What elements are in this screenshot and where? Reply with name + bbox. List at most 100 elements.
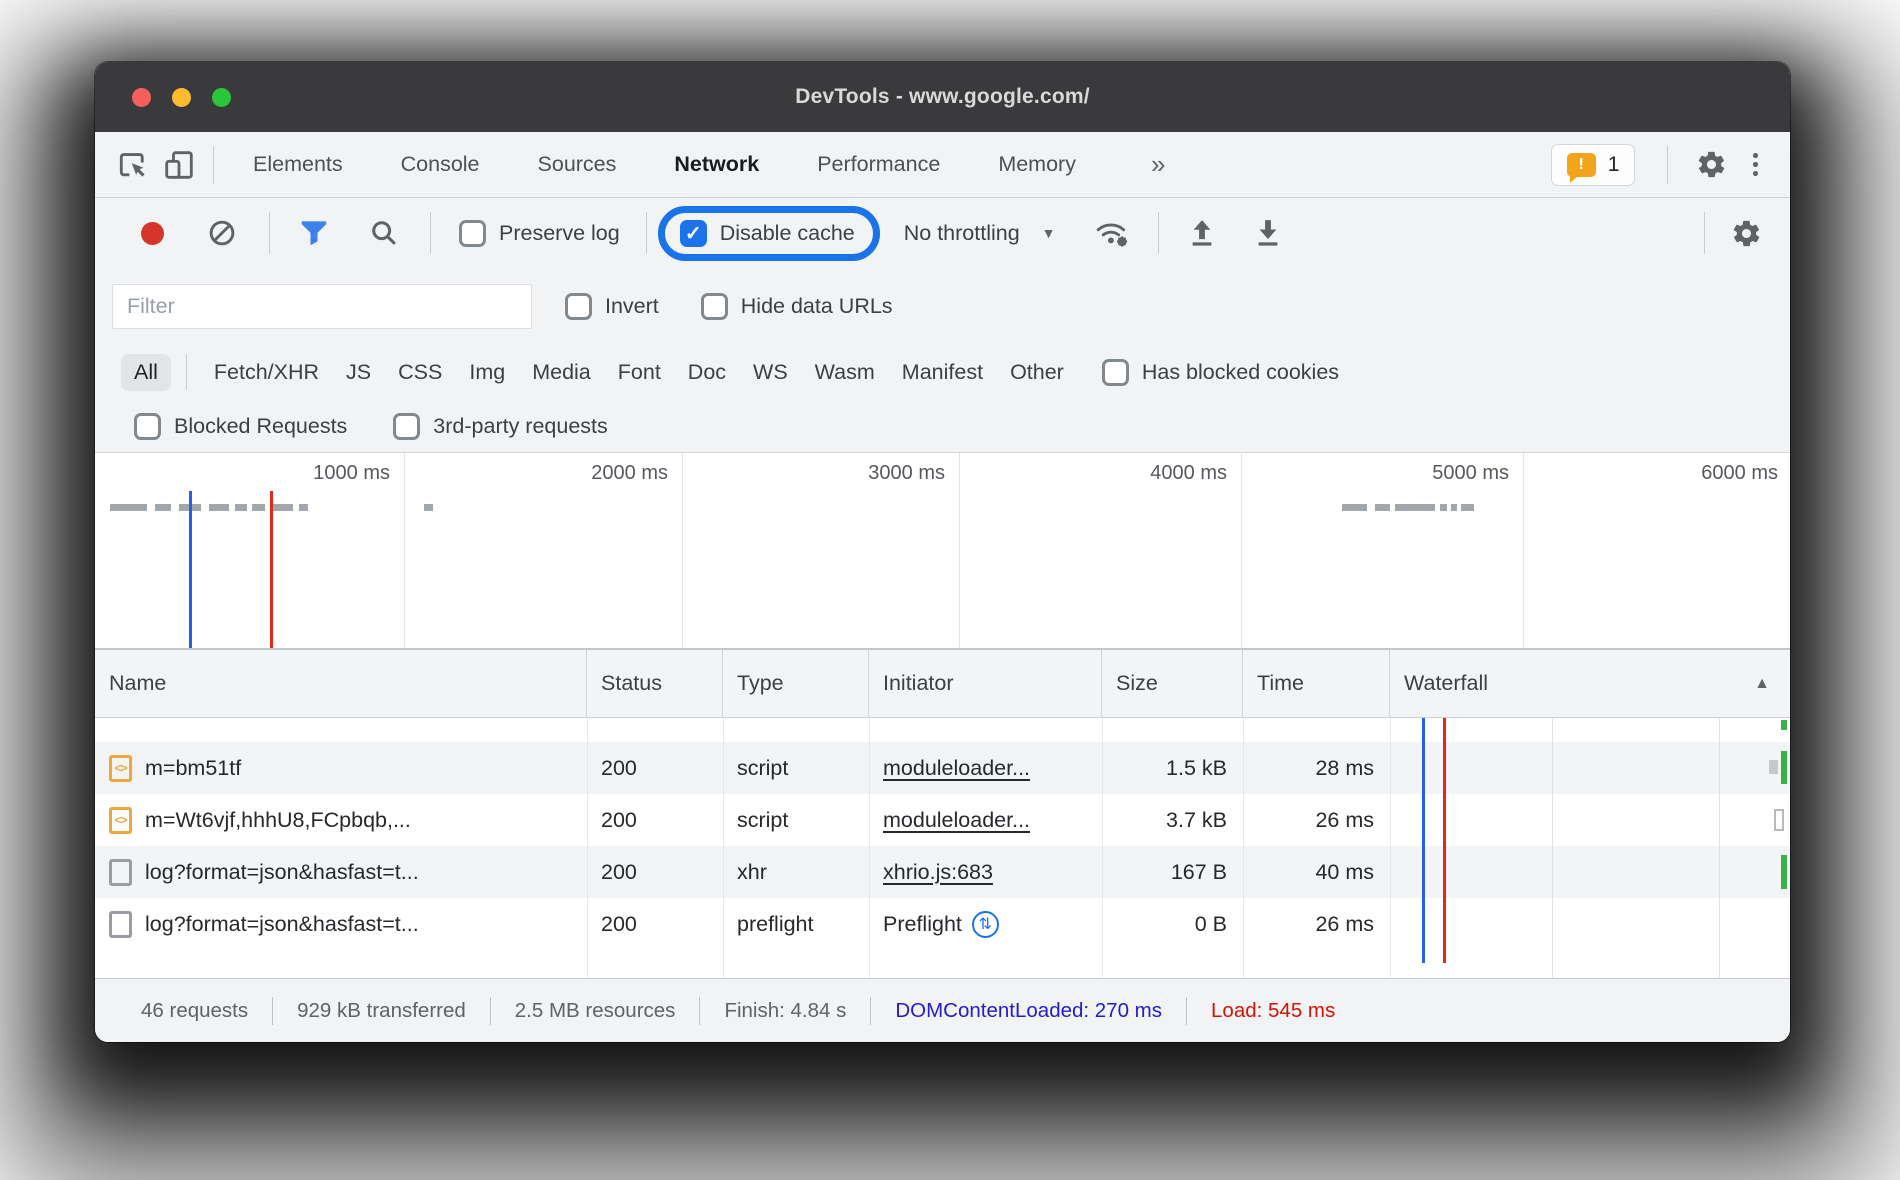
overview-activity-bar	[271, 504, 293, 511]
tab-memory[interactable]: Memory	[969, 132, 1105, 198]
type-filter-wasm[interactable]: Wasm	[815, 360, 875, 385]
tab-elements[interactable]: Elements	[224, 132, 372, 198]
filter-input[interactable]	[112, 284, 532, 329]
settings-gear-icon[interactable]	[1696, 149, 1727, 180]
size-cell: 167 B	[1102, 846, 1243, 898]
table-row[interactable]: log?format=json&hasfast=t... 200 xhr xhr…	[95, 846, 1790, 898]
throttling-select[interactable]: No throttling ▼	[904, 221, 1056, 246]
chevron-down-icon: ▼	[1042, 225, 1056, 241]
type-filter-doc[interactable]: Doc	[688, 360, 726, 385]
initiator-link[interactable]: moduleloader...	[883, 808, 1030, 833]
initiator-link[interactable]: xhrio.js:683	[883, 860, 993, 885]
divider	[870, 997, 871, 1025]
timeline-gridline	[404, 453, 405, 648]
preserve-log-checkbox[interactable]	[459, 220, 486, 247]
type-filter-img[interactable]: Img	[469, 360, 505, 385]
type-cell: script	[723, 742, 869, 794]
type-filter-ws[interactable]: WS	[753, 360, 788, 385]
clear-network-log-icon[interactable]	[208, 219, 236, 247]
initiator-link[interactable]: moduleloader...	[883, 756, 1030, 781]
type-filter-js[interactable]: JS	[346, 360, 371, 385]
time-cell: 28 ms	[1243, 742, 1390, 794]
disable-cache-label[interactable]: Disable cache	[720, 221, 855, 246]
third-party-requests-checkbox[interactable]	[393, 413, 420, 440]
column-header-name[interactable]: Name	[95, 650, 587, 717]
network-conditions-icon[interactable]	[1094, 218, 1130, 248]
table-row[interactable]: log?format=json&hasfast=t... 200 preflig…	[95, 898, 1790, 950]
type-filter-other[interactable]: Other	[1010, 360, 1064, 385]
type-filter-all[interactable]: All	[121, 354, 171, 391]
document-file-icon	[109, 911, 132, 938]
preflight-cors-icon[interactable]: ⇅	[972, 911, 999, 938]
table-row[interactable]: <> m=bm51tf 200 script moduleloader... 1…	[95, 742, 1790, 794]
traffic-lights	[132, 62, 231, 132]
divider	[1667, 146, 1668, 184]
hide-data-urls-label[interactable]: Hide data URLs	[741, 294, 893, 319]
blocked-requests-checkbox[interactable]	[134, 413, 161, 440]
column-header-time[interactable]: Time	[1243, 650, 1390, 717]
table-row[interactable]: <> m=Wt6vjf,hhhU8,FCpbqb,... 200 script …	[95, 794, 1790, 846]
column-header-waterfall[interactable]: Waterfall ▲	[1390, 650, 1790, 717]
column-header-initiator[interactable]: Initiator	[869, 650, 1102, 717]
inspect-element-icon[interactable]	[113, 145, 153, 185]
timeline-tick-label: 2000 ms	[591, 462, 668, 485]
device-toolbar-icon[interactable]	[159, 145, 199, 185]
column-header-status[interactable]: Status	[587, 650, 723, 717]
request-name-cell: log?format=json&hasfast=t...	[95, 898, 587, 950]
tab-sources[interactable]: Sources	[509, 132, 646, 198]
preserve-log-label[interactable]: Preserve log	[499, 221, 620, 246]
load-time: Load: 545 ms	[1211, 999, 1335, 1023]
divider	[430, 212, 431, 254]
hide-data-urls-checkbox[interactable]	[701, 293, 728, 320]
requests-count: 46 requests	[141, 999, 248, 1023]
initiator-cell: moduleloader...	[869, 742, 1102, 794]
type-filter-css[interactable]: CSS	[398, 360, 442, 385]
divider	[186, 354, 187, 390]
screenshot-canvas: DevTools - www.google.com/ Elements Cons…	[0, 0, 1900, 1180]
type-filter-font[interactable]: Font	[618, 360, 661, 385]
column-divider	[723, 718, 724, 978]
divider	[272, 997, 273, 1025]
export-har-icon[interactable]	[1255, 219, 1281, 247]
network-overview-timeline[interactable]: 1000 ms 2000 ms 3000 ms 4000 ms 5000 ms …	[95, 452, 1790, 648]
close-button[interactable]	[132, 88, 151, 107]
has-blocked-cookies-checkbox[interactable]	[1102, 359, 1129, 386]
type-filter-fetch-xhr[interactable]: Fetch/XHR	[214, 360, 319, 385]
disable-cache-checkbox[interactable]: ✓	[680, 220, 707, 247]
timeline-tick-label: 6000 ms	[1701, 462, 1778, 485]
record-button[interactable]	[141, 222, 164, 245]
minimize-button[interactable]	[172, 88, 191, 107]
column-header-type[interactable]: Type	[723, 650, 869, 717]
import-har-icon[interactable]	[1189, 219, 1215, 247]
tab-performance[interactable]: Performance	[788, 132, 969, 198]
has-blocked-cookies-label[interactable]: Has blocked cookies	[1142, 360, 1339, 385]
more-tabs-chevron-icon[interactable]: »	[1131, 132, 1185, 198]
overview-activity-bar	[1461, 504, 1474, 511]
third-party-requests-label[interactable]: 3rd-party requests	[433, 414, 607, 439]
type-cell: script	[723, 794, 869, 846]
invert-label[interactable]: Invert	[605, 294, 659, 319]
search-icon[interactable]	[370, 219, 398, 247]
filter-funnel-icon[interactable]	[300, 220, 328, 246]
devtools-window: DevTools - www.google.com/ Elements Cons…	[95, 62, 1790, 1042]
type-filter-media[interactable]: Media	[532, 360, 591, 385]
invert-checkbox[interactable]	[565, 293, 592, 320]
overview-activity-bar	[209, 504, 229, 511]
zoom-button[interactable]	[212, 88, 231, 107]
kebab-menu-icon[interactable]	[1745, 153, 1766, 176]
dom-content-loaded-time: DOMContentLoaded: 270 ms	[895, 999, 1162, 1023]
column-divider	[1102, 718, 1103, 978]
issues-counter-button[interactable]: ! 1	[1551, 144, 1636, 186]
document-file-icon	[109, 859, 132, 886]
blocked-requests-label[interactable]: Blocked Requests	[174, 414, 347, 439]
tab-console[interactable]: Console	[372, 132, 509, 198]
network-settings-gear-icon[interactable]	[1731, 218, 1762, 249]
finish-time: Finish: 4.84 s	[724, 999, 846, 1023]
column-header-size[interactable]: Size	[1102, 650, 1243, 717]
tab-network[interactable]: Network	[645, 132, 788, 198]
type-filter-manifest[interactable]: Manifest	[902, 360, 983, 385]
initiator-cell: moduleloader...	[869, 794, 1102, 846]
network-summary-bar: 46 requests 929 kB transferred 2.5 MB re…	[95, 978, 1790, 1042]
timeline-tick-label: 5000 ms	[1432, 462, 1509, 485]
requests-table-header: Name Status Type Initiator Size Time Wat…	[95, 648, 1790, 718]
